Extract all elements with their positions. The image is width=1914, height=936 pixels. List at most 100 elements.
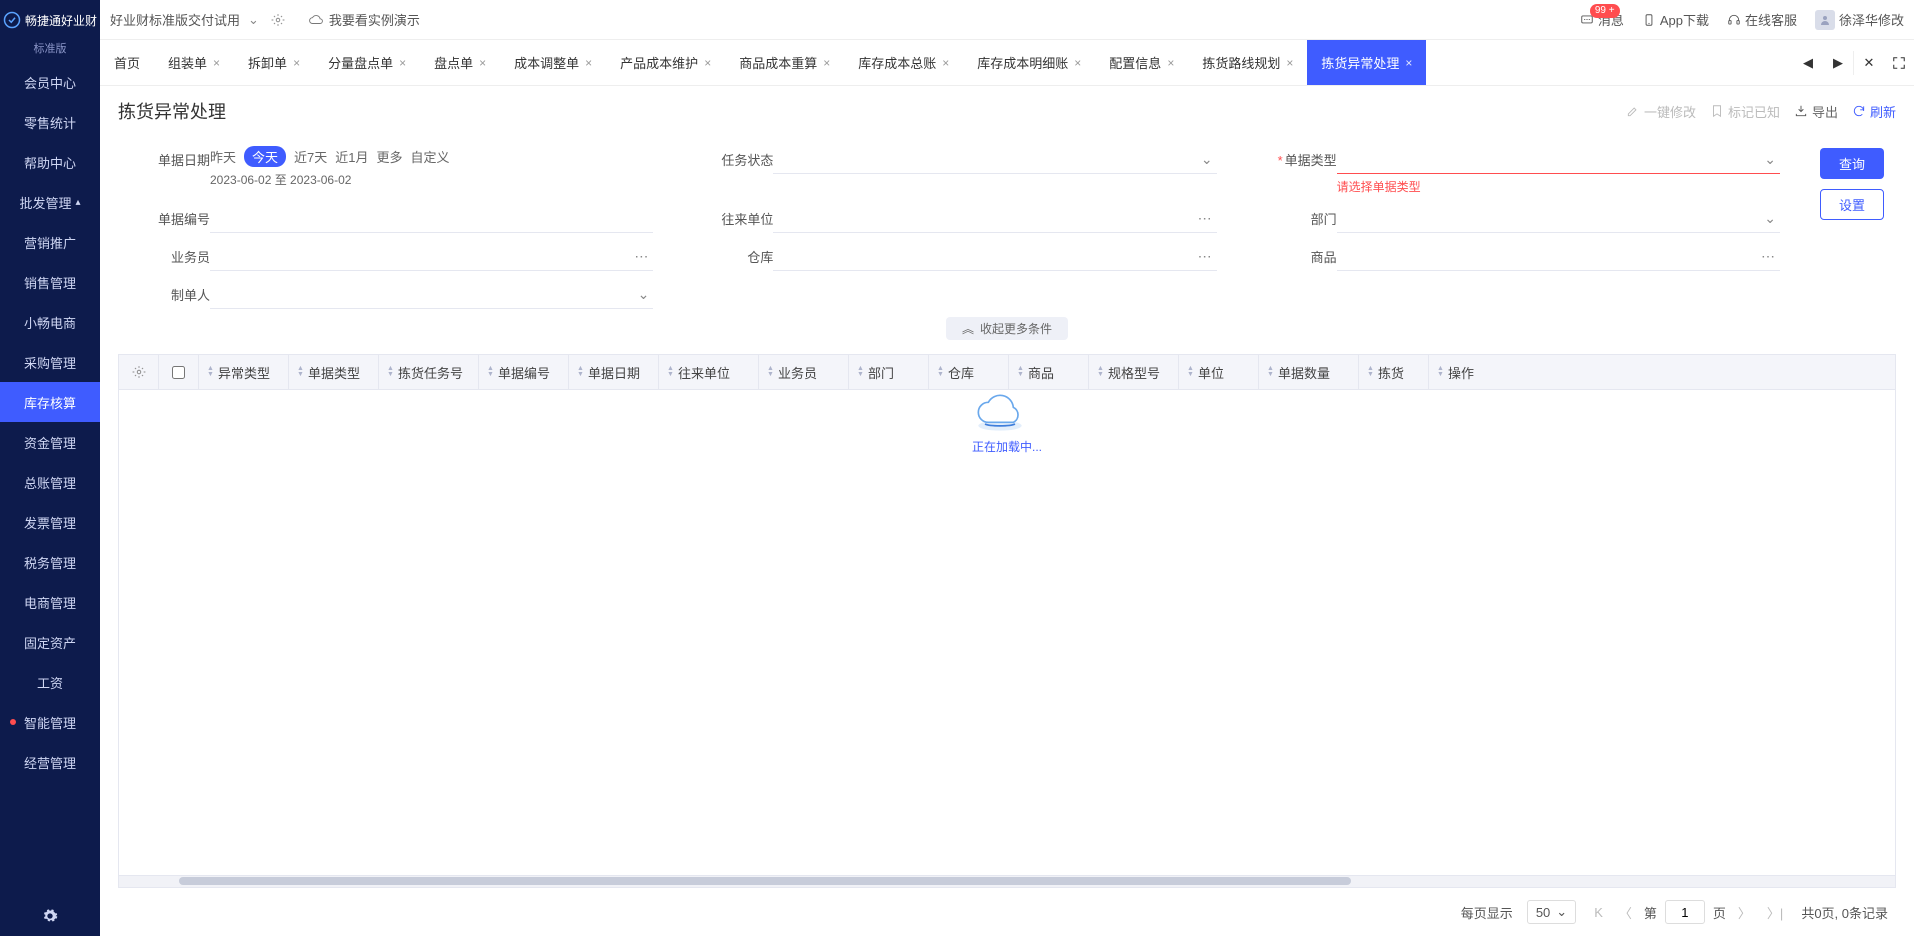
tab[interactable]: 库存成本明细账× bbox=[963, 40, 1095, 85]
per-page-select[interactable]: 50 ⌄ bbox=[1527, 900, 1576, 924]
sidebar-item[interactable]: 营销推广 bbox=[0, 222, 100, 262]
org-selector[interactable]: 好业财标准版交付试用 ⌄ bbox=[110, 10, 259, 29]
collapse-filters[interactable]: ︽ 收起更多条件 bbox=[946, 317, 1068, 340]
scrollbar-thumb[interactable] bbox=[179, 877, 1351, 885]
settings-button[interactable]: 设置 bbox=[1820, 189, 1884, 220]
org-settings[interactable] bbox=[271, 13, 285, 27]
sidebar-item[interactable]: 总账管理 bbox=[0, 462, 100, 502]
table-column-header[interactable]: ▲▼部门 bbox=[849, 355, 929, 389]
sidebar-item[interactable]: 会员中心 bbox=[0, 62, 100, 102]
table-column-header[interactable]: ▲▼异常类型 bbox=[199, 355, 289, 389]
sidebar-item[interactable]: 库存核算 bbox=[0, 382, 100, 422]
tab[interactable]: 成本调整单× bbox=[500, 40, 606, 85]
tab[interactable]: 首页 bbox=[100, 40, 154, 85]
salesman-lookup[interactable]: ⋯ bbox=[210, 243, 653, 271]
close-icon[interactable]: × bbox=[399, 56, 406, 70]
export-button[interactable]: 导出 bbox=[1794, 102, 1838, 121]
tab[interactable]: 拣货路线规划× bbox=[1188, 40, 1307, 85]
sidebar-item[interactable]: 发票管理 bbox=[0, 502, 100, 542]
date-quick-custom[interactable]: 自定义 bbox=[411, 147, 450, 166]
sidebar-item[interactable]: 税务管理 bbox=[0, 542, 100, 582]
refresh-button[interactable]: 刷新 bbox=[1852, 102, 1896, 121]
close-icon[interactable]: × bbox=[1074, 56, 1081, 70]
tabs-scroll-right[interactable]: ▶ bbox=[1823, 40, 1853, 86]
tab[interactable]: 组装单× bbox=[154, 40, 234, 85]
pager-first[interactable]: K bbox=[1590, 903, 1607, 922]
table-column-header[interactable]: ▲▼单据编号 bbox=[479, 355, 569, 389]
close-icon[interactable]: × bbox=[704, 56, 711, 70]
sidebar-item[interactable]: 小畅电商 bbox=[0, 302, 100, 342]
pager-last[interactable]: 〉| bbox=[1763, 901, 1787, 924]
table-column-header[interactable]: ▲▼单据类型 bbox=[289, 355, 379, 389]
close-icon[interactable]: × bbox=[213, 56, 220, 70]
customer-service-button[interactable]: 在线客服 bbox=[1727, 10, 1797, 29]
table-column-header[interactable]: ▲▼业务员 bbox=[759, 355, 849, 389]
table-column-header[interactable]: ▲▼单位 bbox=[1179, 355, 1259, 389]
table-column-header[interactable]: ▲▼商品 bbox=[1009, 355, 1089, 389]
table-column-header[interactable]: ▲▼仓库 bbox=[929, 355, 1009, 389]
table-column-header[interactable]: ▲▼单据数量 bbox=[1259, 355, 1359, 389]
demo-link[interactable]: 我要看实例演示 bbox=[309, 10, 420, 29]
table-settings-button[interactable] bbox=[119, 355, 159, 389]
tab[interactable]: 拆卸单× bbox=[234, 40, 314, 85]
table-column-header[interactable]: ▲▼拣货 bbox=[1359, 355, 1429, 389]
sidebar-item[interactable]: 电商管理 bbox=[0, 582, 100, 622]
tabs-fullscreen[interactable] bbox=[1884, 40, 1914, 86]
close-icon[interactable]: × bbox=[479, 56, 486, 70]
close-icon[interactable]: × bbox=[1167, 56, 1174, 70]
creator-select[interactable]: ⌄ bbox=[210, 281, 653, 309]
sidebar-item[interactable]: 智能管理 bbox=[0, 702, 100, 742]
tabs-scroll-left[interactable]: ◀ bbox=[1793, 40, 1823, 86]
close-icon[interactable]: × bbox=[823, 56, 830, 70]
doc-no-input[interactable] bbox=[210, 205, 653, 233]
partner-lookup[interactable]: ⋯ bbox=[773, 205, 1216, 233]
tab[interactable]: 盘点单× bbox=[420, 40, 500, 85]
pager-prev[interactable]: 〈 bbox=[1615, 901, 1636, 924]
table-horizontal-scrollbar[interactable] bbox=[118, 876, 1896, 888]
sidebar-settings[interactable] bbox=[0, 896, 100, 936]
dept-select[interactable]: ⌄ bbox=[1337, 205, 1780, 233]
tab[interactable]: 分量盘点单× bbox=[314, 40, 420, 85]
sidebar-item[interactable]: 资金管理 bbox=[0, 422, 100, 462]
close-icon[interactable]: × bbox=[1405, 56, 1412, 70]
sidebar-item[interactable]: 零售统计 bbox=[0, 102, 100, 142]
table-column-header[interactable]: ▲▼操作 bbox=[1429, 355, 1499, 389]
user-menu[interactable]: 徐泽华修改 bbox=[1815, 10, 1904, 30]
close-icon[interactable]: × bbox=[942, 56, 949, 70]
table-column-header[interactable]: ▲▼单据日期 bbox=[569, 355, 659, 389]
sidebar-item[interactable]: 经营管理 bbox=[0, 742, 100, 782]
sidebar-item[interactable]: 帮助中心 bbox=[0, 142, 100, 182]
tab[interactable]: 库存成本总账× bbox=[844, 40, 963, 85]
sidebar-item[interactable]: 销售管理 bbox=[0, 262, 100, 302]
tab[interactable]: 拣货异常处理× bbox=[1307, 40, 1426, 85]
warehouse-lookup[interactable]: ⋯ bbox=[773, 243, 1216, 271]
tab[interactable]: 商品成本重算× bbox=[725, 40, 844, 85]
sidebar-item[interactable]: 工资 bbox=[0, 662, 100, 702]
select-all-checkbox[interactable] bbox=[159, 355, 199, 389]
goods-lookup[interactable]: ⋯ bbox=[1337, 243, 1780, 271]
close-icon[interactable]: × bbox=[585, 56, 592, 70]
table-column-header[interactable]: ▲▼往来单位 bbox=[659, 355, 759, 389]
tab[interactable]: 配置信息× bbox=[1095, 40, 1188, 85]
sidebar-item[interactable]: 固定资产 bbox=[0, 622, 100, 662]
tabs-close-all[interactable]: ✕ bbox=[1854, 40, 1884, 86]
date-quick-7d[interactable]: 近7天 bbox=[294, 147, 327, 166]
pager-page-input[interactable] bbox=[1665, 900, 1705, 924]
task-status-select[interactable]: ⌄ bbox=[773, 146, 1216, 174]
table-column-header[interactable]: ▲▼规格型号 bbox=[1089, 355, 1179, 389]
date-quick-today[interactable]: 今天 bbox=[244, 146, 286, 167]
date-quick-1m[interactable]: 近1月 bbox=[335, 147, 368, 166]
table-column-header[interactable]: ▲▼拣货任务号 bbox=[379, 355, 479, 389]
sidebar-item[interactable]: 批发管理▴ bbox=[0, 182, 100, 222]
date-quick-more[interactable]: 更多 bbox=[377, 147, 403, 166]
doc-type-select[interactable]: ⌄ bbox=[1337, 146, 1780, 174]
pager-next[interactable]: 〉 bbox=[1734, 901, 1755, 924]
query-button[interactable]: 查询 bbox=[1820, 148, 1884, 179]
messages-button[interactable]: 99 + 消息 bbox=[1580, 10, 1624, 29]
close-icon[interactable]: × bbox=[1286, 56, 1293, 70]
close-icon[interactable]: × bbox=[293, 56, 300, 70]
sidebar-item[interactable]: 采购管理 bbox=[0, 342, 100, 382]
date-quick-yesterday[interactable]: 昨天 bbox=[210, 147, 236, 166]
app-download-button[interactable]: App下载 bbox=[1642, 10, 1709, 29]
tab[interactable]: 产品成本维护× bbox=[606, 40, 725, 85]
